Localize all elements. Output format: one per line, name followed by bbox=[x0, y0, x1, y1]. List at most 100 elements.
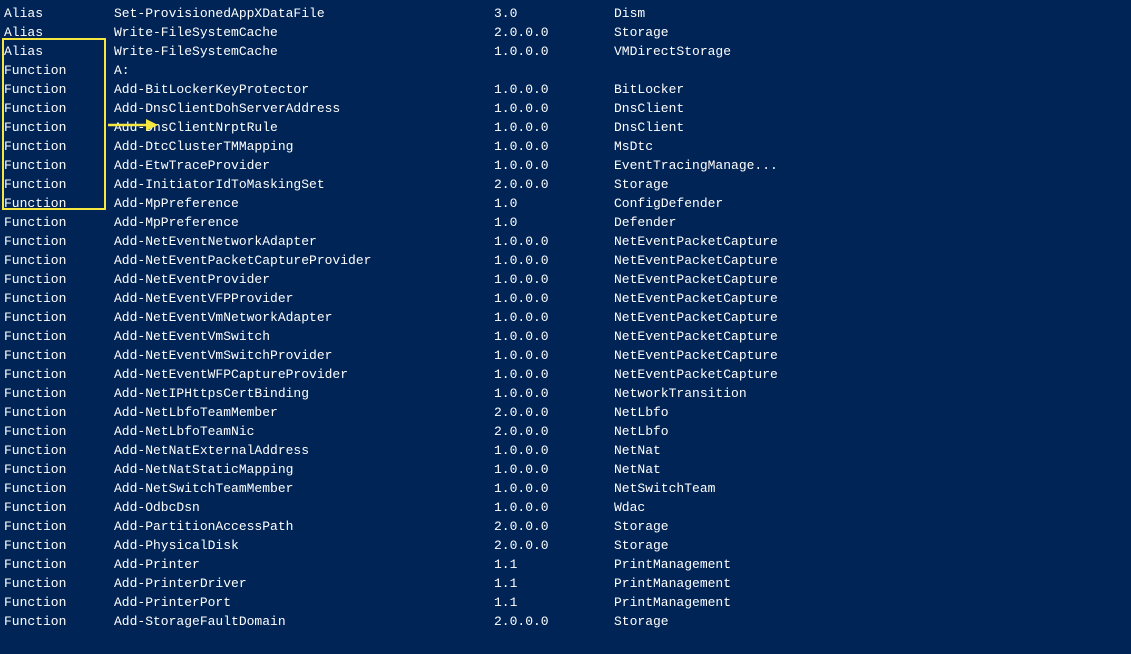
cell-version: 1.0.0.0 bbox=[494, 481, 614, 496]
cell-version: 1.0.0.0 bbox=[494, 272, 614, 287]
cell-name: Add-NetNatStaticMapping bbox=[114, 462, 494, 477]
table-row: FunctionAdd-PhysicalDisk2.0.0.0Storage bbox=[0, 536, 1131, 555]
cell-module: NetEventPacketCapture bbox=[614, 234, 778, 249]
data-table: AliasSet-ProvisionedAppXDataFile3.0DismA… bbox=[0, 4, 1131, 631]
cell-name: Write-FileSystemCache bbox=[114, 44, 494, 59]
cell-version: 1.0 bbox=[494, 196, 614, 211]
cell-module: Storage bbox=[614, 177, 669, 192]
cell-name: Add-DnsClientNrptRule bbox=[114, 120, 494, 135]
cell-module: Dism bbox=[614, 6, 645, 21]
cell-version: 2.0.0.0 bbox=[494, 538, 614, 553]
cell-version: 1.0.0.0 bbox=[494, 44, 614, 59]
table-row: FunctionAdd-NetEventProvider1.0.0.0NetEv… bbox=[0, 270, 1131, 289]
table-row: FunctionAdd-Printer1.1PrintManagement bbox=[0, 555, 1131, 574]
table-row: FunctionAdd-NetEventWFPCaptureProvider1.… bbox=[0, 365, 1131, 384]
cell-name: Add-NetNatExternalAddress bbox=[114, 443, 494, 458]
cell-module: NetLbfo bbox=[614, 424, 669, 439]
table-row: FunctionAdd-StorageFaultDomain2.0.0.0Sto… bbox=[0, 612, 1131, 631]
cell-version: 2.0.0.0 bbox=[494, 614, 614, 629]
cell-version: 1.1 bbox=[494, 557, 614, 572]
table-row: AliasWrite-FileSystemCache2.0.0.0Storage bbox=[0, 23, 1131, 42]
table-row: FunctionAdd-DtcClusterTMMapping1.0.0.0Ms… bbox=[0, 137, 1131, 156]
cell-module: ConfigDefender bbox=[614, 196, 723, 211]
table-row: FunctionAdd-InitiatorIdToMaskingSet2.0.0… bbox=[0, 175, 1131, 194]
cell-module: PrintManagement bbox=[614, 595, 731, 610]
cell-module: PrintManagement bbox=[614, 576, 731, 591]
table-row: FunctionAdd-PrinterPort1.1PrintManagemen… bbox=[0, 593, 1131, 612]
cell-module: DnsClient bbox=[614, 120, 684, 135]
cell-module: Wdac bbox=[614, 500, 645, 515]
table-row: FunctionAdd-NetIPHttpsCertBinding1.0.0.0… bbox=[0, 384, 1131, 403]
cell-version: 1.0.0.0 bbox=[494, 120, 614, 135]
table-row: FunctionAdd-NetEventNetworkAdapter1.0.0.… bbox=[0, 232, 1131, 251]
cell-version: 1.0.0.0 bbox=[494, 291, 614, 306]
cell-module: Storage bbox=[614, 538, 669, 553]
table-row: FunctionAdd-NetNatStaticMapping1.0.0.0Ne… bbox=[0, 460, 1131, 479]
cell-type: Function bbox=[4, 101, 114, 116]
table-row: FunctionAdd-NetEventVmSwitchProvider1.0.… bbox=[0, 346, 1131, 365]
cell-name: Add-NetEventVFPProvider bbox=[114, 291, 494, 306]
cell-type: Function bbox=[4, 595, 114, 610]
table-row: FunctionAdd-EtwTraceProvider1.0.0.0Event… bbox=[0, 156, 1131, 175]
cell-type: Function bbox=[4, 576, 114, 591]
cell-type: Alias bbox=[4, 25, 114, 40]
cell-type: Function bbox=[4, 63, 114, 78]
table-row: AliasWrite-FileSystemCache1.0.0.0VMDirec… bbox=[0, 42, 1131, 61]
cell-module: Storage bbox=[614, 614, 669, 629]
table-row: FunctionAdd-PrinterDriver1.1PrintManagem… bbox=[0, 574, 1131, 593]
cell-name: Add-MpPreference bbox=[114, 215, 494, 230]
cell-version: 2.0.0.0 bbox=[494, 519, 614, 534]
table-row: FunctionAdd-OdbcDsn1.0.0.0Wdac bbox=[0, 498, 1131, 517]
cell-name: Add-PrinterDriver bbox=[114, 576, 494, 591]
cell-module: NetNat bbox=[614, 443, 661, 458]
cell-module: NetLbfo bbox=[614, 405, 669, 420]
cell-name: Add-NetEventNetworkAdapter bbox=[114, 234, 494, 249]
cell-version: 1.1 bbox=[494, 576, 614, 591]
cell-name: Add-DnsClientDohServerAddress bbox=[114, 101, 494, 116]
cell-name: Add-DtcClusterTMMapping bbox=[114, 139, 494, 154]
cell-module: DnsClient bbox=[614, 101, 684, 116]
cell-type: Function bbox=[4, 234, 114, 249]
table-row: FunctionAdd-DnsClientNrptRule1.0.0.0DnsC… bbox=[0, 118, 1131, 137]
cell-version: 1.0.0.0 bbox=[494, 329, 614, 344]
cell-version: 1.0.0.0 bbox=[494, 101, 614, 116]
cell-name: Add-NetSwitchTeamMember bbox=[114, 481, 494, 496]
cell-name: Add-NetLbfoTeamNic bbox=[114, 424, 494, 439]
table-row: FunctionAdd-NetLbfoTeamNic2.0.0.0NetLbfo bbox=[0, 422, 1131, 441]
cell-type: Function bbox=[4, 500, 114, 515]
cell-module: Defender bbox=[614, 215, 676, 230]
cell-type: Function bbox=[4, 329, 114, 344]
cell-module: NetEventPacketCapture bbox=[614, 272, 778, 287]
cell-type: Function bbox=[4, 462, 114, 477]
cell-name: Add-NetIPHttpsCertBinding bbox=[114, 386, 494, 401]
cell-type: Function bbox=[4, 348, 114, 363]
cell-module: PrintManagement bbox=[614, 557, 731, 572]
cell-type: Function bbox=[4, 120, 114, 135]
cell-type: Function bbox=[4, 291, 114, 306]
cell-name: A: bbox=[114, 63, 494, 78]
cell-type: Function bbox=[4, 177, 114, 192]
cell-type: Function bbox=[4, 196, 114, 211]
cell-module: NetEventPacketCapture bbox=[614, 367, 778, 382]
cell-module: NetEventPacketCapture bbox=[614, 329, 778, 344]
cell-name: Add-BitLockerKeyProtector bbox=[114, 82, 494, 97]
cell-type: Function bbox=[4, 272, 114, 287]
table-row: FunctionAdd-MpPreference1.0Defender bbox=[0, 213, 1131, 232]
cell-type: Function bbox=[4, 253, 114, 268]
table-row: FunctionAdd-PartitionAccessPath2.0.0.0St… bbox=[0, 517, 1131, 536]
cell-name: Add-StorageFaultDomain bbox=[114, 614, 494, 629]
cell-version: 2.0.0.0 bbox=[494, 424, 614, 439]
cell-type: Function bbox=[4, 139, 114, 154]
cell-name: Add-NetEventWFPCaptureProvider bbox=[114, 367, 494, 382]
cell-name: Add-InitiatorIdToMaskingSet bbox=[114, 177, 494, 192]
cell-version: 1.0.0.0 bbox=[494, 82, 614, 97]
cell-version: 1.0.0.0 bbox=[494, 158, 614, 173]
cell-version: 1.0.0.0 bbox=[494, 367, 614, 382]
cell-version: 3.0 bbox=[494, 6, 614, 21]
cell-type: Function bbox=[4, 557, 114, 572]
cell-name: Add-EtwTraceProvider bbox=[114, 158, 494, 173]
cell-module: NetSwitchTeam bbox=[614, 481, 715, 496]
cell-name: Add-NetEventProvider bbox=[114, 272, 494, 287]
cell-type: Function bbox=[4, 386, 114, 401]
cell-type: Function bbox=[4, 614, 114, 629]
